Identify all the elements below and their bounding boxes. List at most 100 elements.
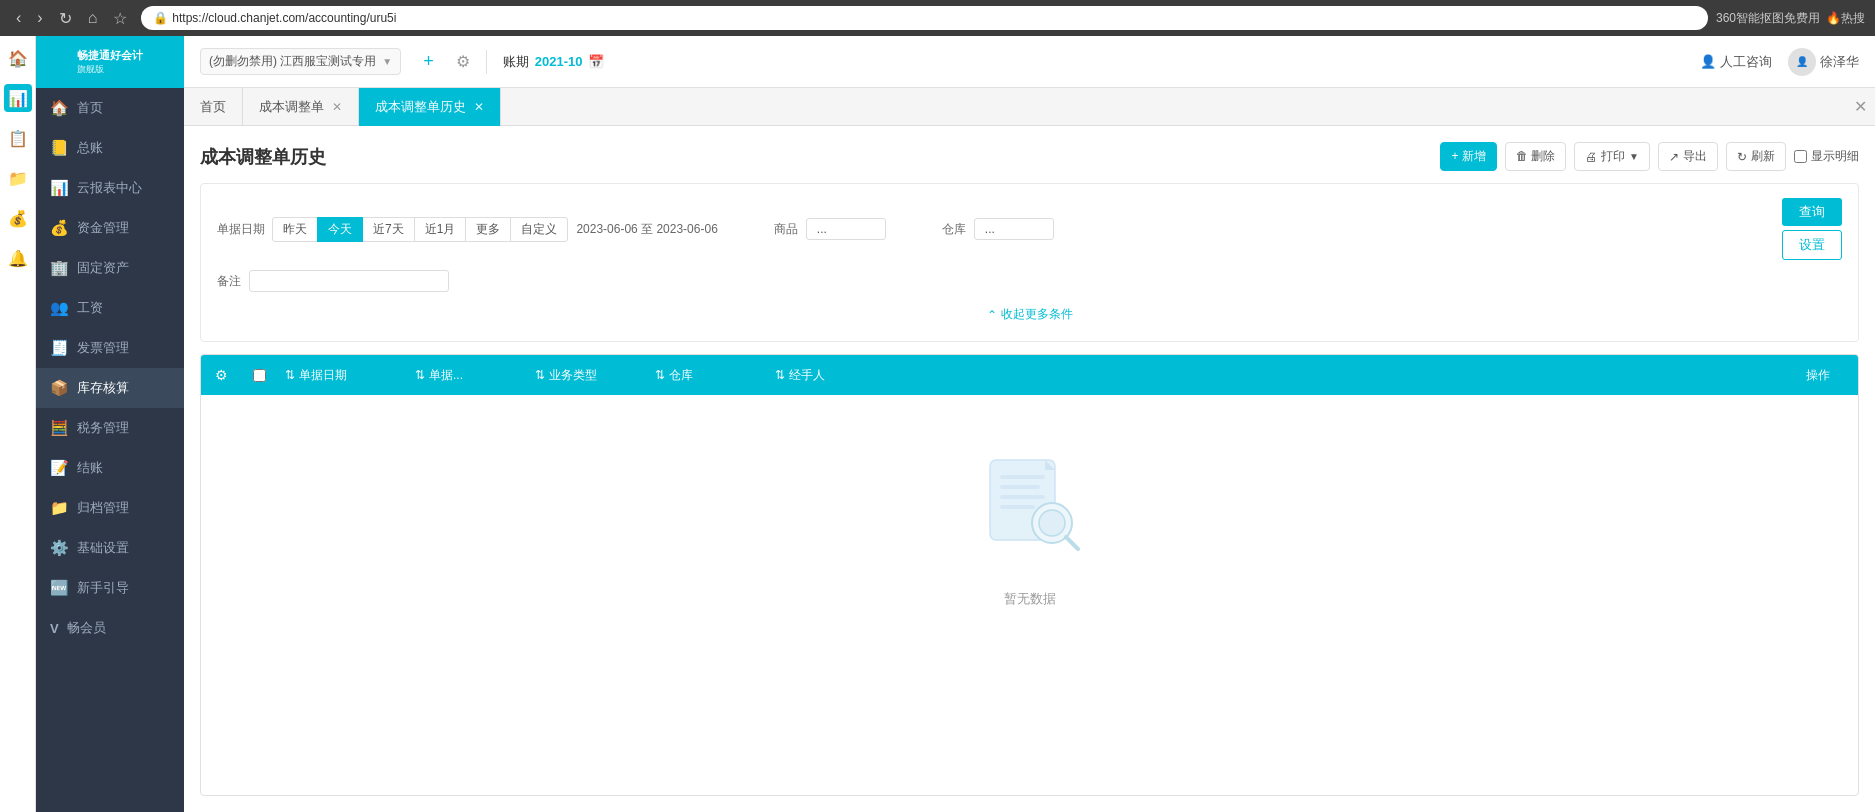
- th-biz-type[interactable]: ⇅ 业务类型: [527, 367, 647, 384]
- sidebar-item-archive[interactable]: 📁 归档管理: [36, 488, 184, 528]
- page-header: 成本调整单历史 + 新增 🗑 删除 🖨 打印 ▼ ↗ 导出 ↻: [200, 142, 1859, 171]
- tab-history-label: 成本调整单历史: [375, 98, 466, 116]
- tab-home[interactable]: 首页: [184, 88, 243, 126]
- date-btn-yesterday[interactable]: 昨天: [272, 217, 318, 242]
- forward-button[interactable]: ›: [31, 7, 48, 30]
- tab-cost-history[interactable]: 成本调整单历史 ✕: [359, 88, 501, 126]
- refresh-button[interactable]: ↻: [53, 7, 78, 30]
- date-btn-1month[interactable]: 近1月: [414, 217, 467, 242]
- settings-gear-icon[interactable]: ⚙: [456, 52, 470, 71]
- print-button[interactable]: 🖨 打印 ▼: [1574, 142, 1650, 171]
- sidebar-item-fixed-assets[interactable]: 🏢 固定资产: [36, 248, 184, 288]
- date-filter-buttons: 昨天 今天 近7天 近1月 更多 自定义: [273, 217, 568, 242]
- tab-cost-close-icon[interactable]: ✕: [332, 100, 342, 114]
- ledger-icon: 📒: [50, 139, 69, 157]
- date-range-text: 2023-06-06 至 2023-06-06: [576, 221, 717, 238]
- sidebar-item-invoice[interactable]: 🧾 发票管理: [36, 328, 184, 368]
- table-settings-icon[interactable]: ⚙: [201, 367, 241, 383]
- warehouse-filter-group: 仓库 ...: [942, 218, 1054, 240]
- show-detail-checkbox[interactable]: 显示明细: [1794, 148, 1859, 165]
- collapse-button[interactable]: ⌃ 收起更多条件: [987, 306, 1073, 323]
- new-button[interactable]: + 新增: [1440, 142, 1496, 171]
- company-selector[interactable]: (勿删勿禁用) 江西服宝测试专用 ▼: [200, 48, 401, 75]
- sidebar-item-salary[interactable]: 👥 工资: [36, 288, 184, 328]
- hot-search-label: 🔥热搜: [1826, 10, 1865, 27]
- date-btn-custom[interactable]: 自定义: [510, 217, 568, 242]
- divider: [486, 50, 487, 74]
- sidebar-item-guide[interactable]: 🆕 新手引导: [36, 568, 184, 608]
- user-profile-btn[interactable]: 👤 徐泽华: [1788, 48, 1859, 76]
- setting-button[interactable]: 设置: [1782, 230, 1842, 260]
- th-manager[interactable]: ⇅ 经手人: [767, 367, 887, 384]
- delete-button[interactable]: 🗑 删除: [1505, 142, 1566, 171]
- sidebar-item-settings[interactable]: ⚙️ 基础设置: [36, 528, 184, 568]
- page-title: 成本调整单历史: [200, 145, 326, 169]
- export-button[interactable]: ↗ 导出: [1658, 142, 1718, 171]
- goods-label: 商品: [774, 221, 798, 238]
- avatar-icon: 👤: [1796, 56, 1808, 67]
- export-icon: ↗: [1669, 150, 1679, 164]
- top-bar: (勿删勿禁用) 江西服宝测试专用 ▼ + ⚙ 账期 2021-10 📅 👤 人工…: [184, 36, 1875, 88]
- icon-rail: 🏠 📊 📋 📁 💰 🔔: [0, 36, 36, 812]
- svg-rect-2: [1000, 485, 1040, 489]
- warehouse-selector[interactable]: ...: [974, 218, 1054, 240]
- date-btn-more[interactable]: 更多: [465, 217, 511, 242]
- sidebar-item-general-ledger[interactable]: 📒 总账: [36, 128, 184, 168]
- tab-cost-adjustment[interactable]: 成本调整单 ✕: [243, 88, 359, 126]
- close-all-tabs-button[interactable]: ✕: [1854, 97, 1867, 116]
- url-text: https://cloud.chanjet.com/accounting/uru…: [172, 11, 396, 25]
- sidebar-item-close-account[interactable]: 📝 结账: [36, 448, 184, 488]
- refresh-button[interactable]: ↻ 刷新: [1726, 142, 1786, 171]
- sidebar-item-membership[interactable]: V 畅会员: [36, 608, 184, 648]
- sidebar-guide-label: 新手引导: [77, 579, 129, 597]
- empty-state: 暂无数据: [201, 395, 1858, 668]
- icon-rail-bell[interactable]: 🔔: [4, 244, 32, 272]
- remark-input[interactable]: [249, 270, 449, 292]
- sidebar-item-tax[interactable]: 🧮 税务管理: [36, 408, 184, 448]
- filter-action-buttons: 查询 设置: [1782, 198, 1842, 260]
- th-date[interactable]: ⇅ 单据日期: [277, 367, 407, 384]
- table-select-all-checkbox[interactable]: [241, 369, 277, 382]
- logo-sub: 旗舰版: [77, 63, 143, 76]
- th-warehouse[interactable]: ⇅ 仓库: [647, 367, 767, 384]
- sidebar-item-home[interactable]: 🏠 首页: [36, 88, 184, 128]
- goods-selector[interactable]: ...: [806, 218, 886, 240]
- salary-icon: 👥: [50, 299, 69, 317]
- query-button[interactable]: 查询: [1782, 198, 1842, 226]
- tab-bar: 首页 成本调整单 ✕ 成本调整单历史 ✕ ✕: [184, 88, 1875, 126]
- show-detail-input[interactable]: [1794, 150, 1807, 163]
- assets-icon: 🏢: [50, 259, 69, 277]
- th-action: 操作: [1778, 367, 1858, 384]
- sidebar-item-funds[interactable]: 💰 资金管理: [36, 208, 184, 248]
- refresh-label: 刷新: [1751, 148, 1775, 165]
- date-btn-7days[interactable]: 近7天: [362, 217, 415, 242]
- back-button[interactable]: ‹: [10, 7, 27, 30]
- calendar-icon[interactable]: 📅: [588, 54, 604, 69]
- tab-history-close-icon[interactable]: ✕: [474, 100, 484, 114]
- company-name: (勿删勿禁用) 江西服宝测试专用: [209, 53, 376, 70]
- th-number[interactable]: ⇅ 单据...: [407, 367, 527, 384]
- sidebar-tax-label: 税务管理: [77, 419, 129, 437]
- address-bar[interactable]: 🔒 https://cloud.chanjet.com/accounting/u…: [141, 6, 1708, 30]
- home-button[interactable]: ⌂: [82, 7, 104, 30]
- browser-tools: 360智能抠图免费用 🔥热搜: [1716, 10, 1865, 27]
- sidebar-item-inventory[interactable]: 📦 库存核算: [36, 368, 184, 408]
- sidebar-item-reports[interactable]: 📊 云报表中心: [36, 168, 184, 208]
- sidebar-ledger-label: 总账: [77, 139, 103, 157]
- tab-home-label: 首页: [200, 98, 226, 116]
- customer-service-btn[interactable]: 👤 人工咨询: [1700, 53, 1772, 71]
- icon-rail-accounting[interactable]: 📊: [4, 84, 32, 112]
- date-btn-today[interactable]: 今天: [317, 217, 363, 242]
- sidebar: 畅捷通好会计 旗舰版 🏠 首页 📒 总账 📊 云报表中心 💰 资金管理: [36, 36, 184, 812]
- add-company-button[interactable]: +: [417, 49, 440, 74]
- sidebar-membership-label: 畅会员: [67, 619, 106, 637]
- star-button[interactable]: ☆: [107, 7, 133, 30]
- icon-rail-docs[interactable]: 📋: [4, 124, 32, 152]
- select-all-input[interactable]: [253, 369, 266, 382]
- sort-icon2: ⇅: [415, 368, 425, 382]
- browser-nav-buttons[interactable]: ‹ › ↻ ⌂ ☆: [10, 7, 133, 30]
- icon-rail-money[interactable]: 💰: [4, 204, 32, 232]
- icon-rail-folder[interactable]: 📁: [4, 164, 32, 192]
- sidebar-nav: 🏠 首页 📒 总账 📊 云报表中心 💰 资金管理 🏢 固定资产 👥 工资: [36, 88, 184, 812]
- icon-rail-home[interactable]: 🏠: [4, 44, 32, 72]
